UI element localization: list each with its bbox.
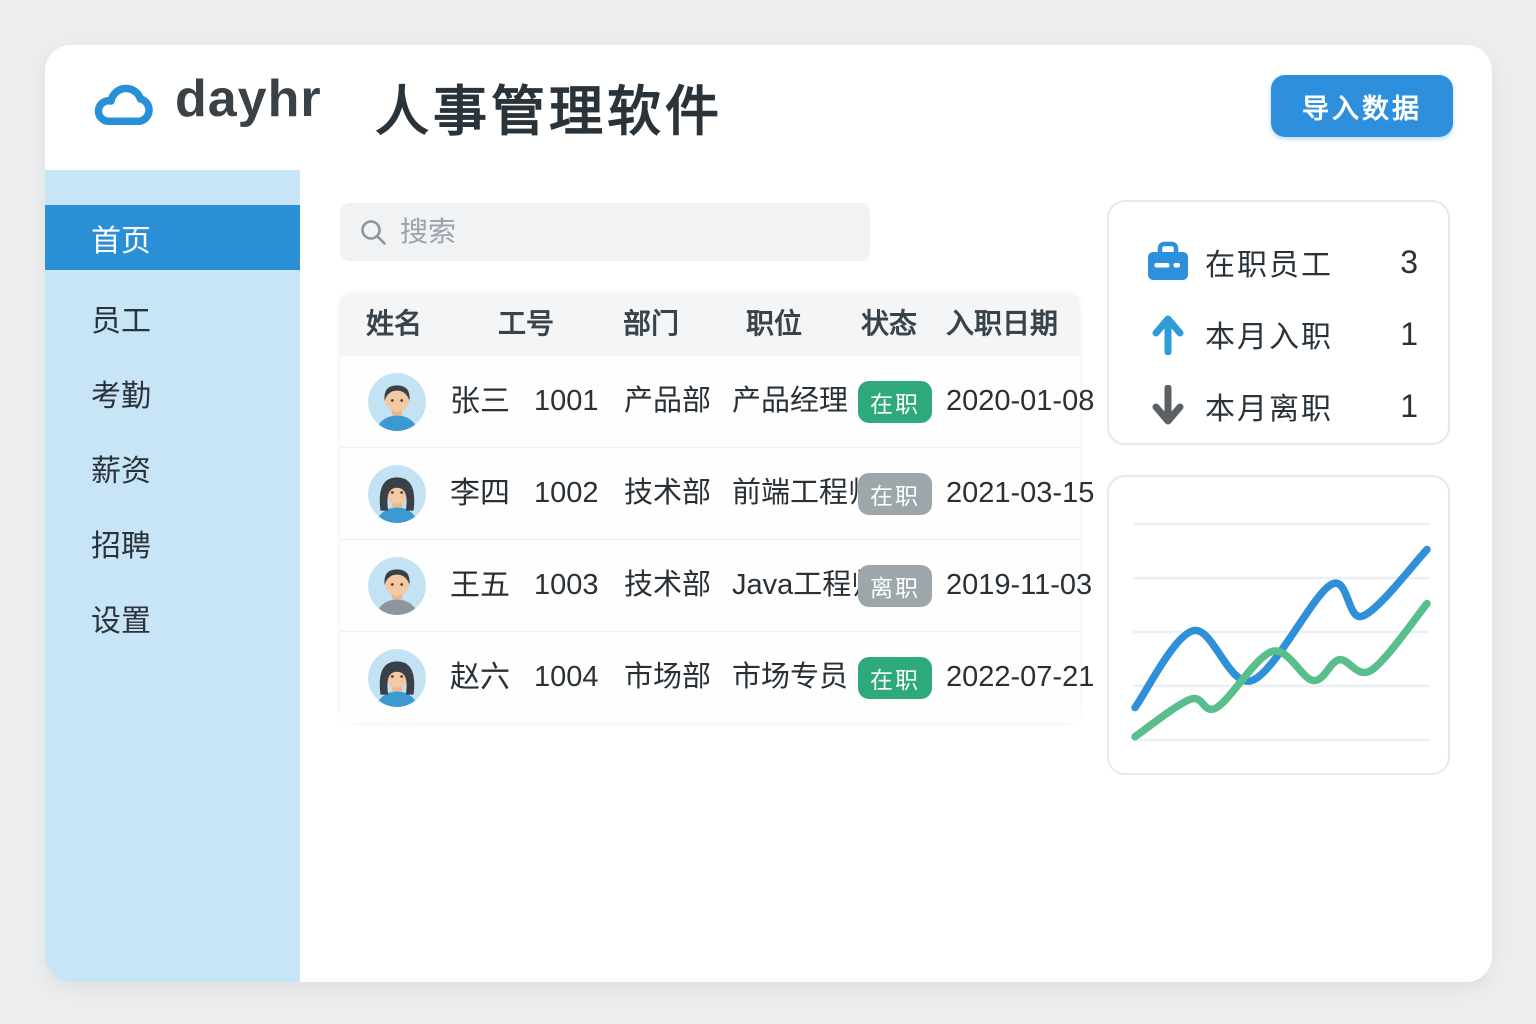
sidebar-item-recruiting[interactable]: 招聘 [45,505,300,580]
employee-dept: 产品部 [624,385,712,417]
employee-table: 姓名 工号 部门 职位 状态 入职日期 张三 1001 产品部 产品经理 在职 … [340,292,1094,723]
status-badge: 在职 [858,381,932,423]
stat-label: 本月入职 [1205,321,1333,354]
avatar [368,373,426,431]
app-window: dayhr 人事管理软件 导入数据 首页 员工 考勤 薪资 招聘 设置 姓名 工… [45,45,1492,982]
status-badge: 离职 [858,565,932,607]
sidebar-item-attendance[interactable]: 考勤 [45,355,300,430]
stat-value: 3 [1400,243,1418,280]
app-header: dayhr 人事管理软件 导入数据 [45,45,1492,170]
arrow-up-icon [1152,315,1184,355]
status-badge: 在职 [858,657,932,699]
employee-id: 1002 [534,477,599,509]
employee-id: 1004 [534,661,599,693]
import-data-button[interactable]: 导入数据 [1271,75,1453,137]
employee-name: 李四 [450,477,510,510]
sidebar-item-payroll[interactable]: 薪资 [45,430,300,505]
page-title: 人事管理软件 [375,82,723,142]
employee-dept: 市场部 [624,661,712,693]
sidebar-item-home[interactable]: 首页 [45,205,300,270]
employee-dept: 技术部 [624,569,712,601]
table-header-row: 姓名 工号 部门 职位 状态 入职日期 [340,292,1080,355]
stat-value: 1 [1400,387,1418,424]
employee-name: 王五 [450,569,510,602]
stat-active-employees: 在职员工 3 [1145,226,1418,298]
sidebar-nav: 首页 员工 考勤 薪资 招聘 设置 [45,170,300,982]
employee-id: 1003 [534,569,599,601]
stat-value: 1 [1400,315,1418,352]
table-row[interactable]: 张三 1001 产品部 产品经理 在职 2020-01-08 [340,355,1094,447]
search-bar [340,203,870,261]
employee-hire-date: 2020-01-08 [946,385,1095,417]
avatar [368,649,426,707]
briefcase-icon [1148,241,1188,280]
arrow-down-icon [1152,385,1184,425]
trend-chart-panel [1107,475,1450,775]
stats-panel: 在职员工 3 本月入职 1 本月离职 1 [1107,200,1450,445]
search-icon [361,220,386,245]
cloud-logo-icon [94,84,153,125]
col-header-title: 职位 [746,308,803,339]
table-row[interactable]: 赵六 1004 市场部 市场专员 在职 2022-07-21 [340,631,1094,723]
employee-hire-date: 2019-11-03 [946,569,1093,601]
employee-position: 前端工程师 [732,477,878,509]
stat-month-hires: 本月入职 1 [1145,298,1418,370]
avatar [368,465,426,523]
stat-label: 在职员工 [1205,249,1333,282]
sidebar-item-settings[interactable]: 设置 [45,580,300,655]
col-header-status: 状态 [861,308,918,339]
brand-name: dayhr [175,70,322,128]
col-header-dept: 部门 [623,308,680,339]
employee-position: 产品经理 [732,385,849,417]
avatar [368,557,426,615]
col-header-name: 姓名 [366,308,423,339]
employee-hire-date: 2022-07-21 [946,661,1095,693]
employee-name: 张三 [450,385,510,418]
stat-month-departures: 本月离职 1 [1145,370,1418,442]
col-header-id: 工号 [498,308,555,339]
employee-id: 1001 [534,385,599,417]
stat-label: 本月离职 [1205,393,1333,426]
employee-hire-date: 2021-03-15 [946,477,1095,509]
sidebar-item-employees[interactable]: 员工 [45,280,300,355]
employee-position: 市场专员 [732,661,849,693]
col-header-date: 入职日期 [946,308,1059,339]
table-row[interactable]: 王五 1003 技术部 Java工程师 离职 2019-11-03 [340,539,1092,631]
line-chart [1131,522,1431,742]
status-badge: 在职 [858,473,932,515]
employee-dept: 技术部 [624,477,712,509]
employee-name: 赵六 [450,661,510,694]
table-row[interactable]: 李四 1002 技术部 前端工程师 在职 2021-03-15 [340,447,1094,539]
search-input[interactable] [400,203,860,261]
